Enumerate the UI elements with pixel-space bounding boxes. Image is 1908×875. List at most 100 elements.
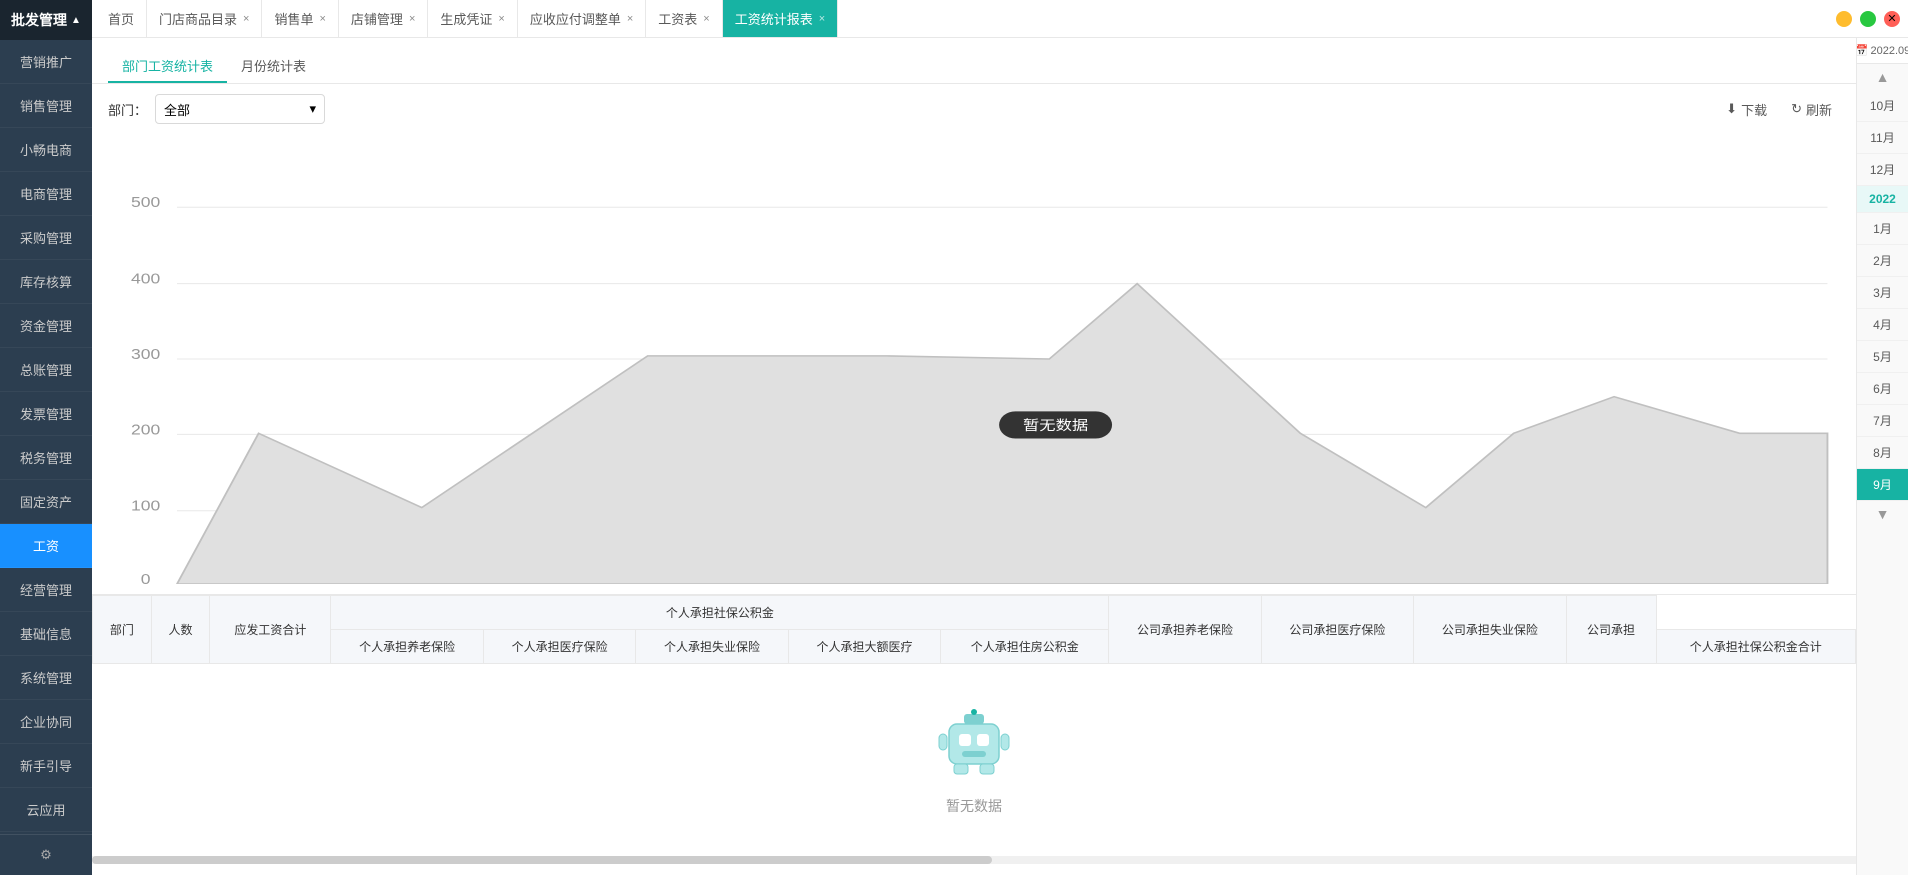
settings-icon: ⚙	[40, 847, 52, 862]
refresh-button[interactable]: ↻ 刷新	[1783, 96, 1840, 123]
tab-close-icon[interactable]: ×	[243, 13, 249, 25]
sidebar-item-系统管理[interactable]: 系统管理	[0, 656, 92, 700]
sidebar-item-基础信息[interactable]: 基础信息	[0, 612, 92, 656]
th-headcount: 人数	[151, 596, 210, 664]
table-header-row1: 部门 人数 应发工资合计 个人承担社保公积金 公司承担养老保险 公司承担医疗保险…	[93, 596, 1856, 630]
svg-text:0: 0	[141, 571, 151, 584]
th-personal-large-medical: 个人承担大额医疗	[788, 630, 940, 664]
date-month-6月[interactable]: 6月	[1857, 373, 1908, 405]
sidebar-item-电商管理[interactable]: 电商管理	[0, 172, 92, 216]
date-nav-down[interactable]: ▼	[1857, 501, 1908, 527]
dept-select[interactable]: 全部 ▾	[155, 94, 325, 124]
tab-close-icon[interactable]: ×	[703, 13, 709, 25]
sidebar-item-发票管理[interactable]: 发票管理	[0, 392, 92, 436]
sidebar-item-经营管理[interactable]: 经营管理	[0, 568, 92, 612]
th-company-other: 公司承担	[1566, 596, 1656, 664]
svg-text:400: 400	[131, 271, 160, 287]
tab-close-icon[interactable]: ×	[409, 13, 415, 25]
date-month-2月[interactable]: 2月	[1857, 245, 1908, 277]
chart-svg: 0 100 200 300 400 500	[108, 134, 1840, 584]
tab-首页[interactable]: 首页	[96, 0, 147, 38]
sidebar-item-工资[interactable]: 工资	[0, 524, 92, 568]
sub-tab-部门工资统计表[interactable]: 部门工资统计表	[108, 50, 227, 83]
date-month-1月[interactable]: 1月	[1857, 213, 1908, 245]
tab-工资统计报表[interactable]: 工资统计报表 ×	[723, 0, 838, 38]
sidebar-arrow-icon: ▲	[71, 15, 81, 26]
sidebar-item-销售管理[interactable]: 销售管理	[0, 84, 92, 128]
th-personal-medical: 个人承担医疗保险	[483, 630, 635, 664]
date-month-11月[interactable]: 11月	[1857, 122, 1908, 154]
minimize-button[interactable]	[1836, 11, 1852, 27]
tab-label: 工资表	[658, 9, 697, 28]
th-company-unemployment: 公司承担失业保险	[1414, 596, 1566, 664]
tab-label: 销售单	[274, 9, 313, 28]
sidebar-item-新手引导[interactable]: 新手引导	[0, 744, 92, 788]
main-area: 首页门店商品目录×销售单×店铺管理×生成凭证×应收应付调整单×工资表×工资统计报…	[92, 0, 1908, 875]
sidebar-item-采购管理[interactable]: 采购管理	[0, 216, 92, 260]
refresh-icon: ↻	[1791, 101, 1802, 117]
date-month-4月[interactable]: 4月	[1857, 309, 1908, 341]
sidebar-header[interactable]: 批发管理 ▲	[0, 0, 92, 40]
tab-close-icon[interactable]: ×	[819, 13, 825, 25]
download-button[interactable]: ⬇ 下载	[1718, 96, 1775, 123]
tab-bar: 首页门店商品目录×销售单×店铺管理×生成凭证×应收应付调整单×工资表×工资统计报…	[92, 0, 1908, 38]
tab-生成凭证[interactable]: 生成凭证×	[428, 0, 517, 38]
sidebar-item-营销推广[interactable]: 营销推广	[0, 40, 92, 84]
maximize-button[interactable]	[1860, 11, 1876, 27]
download-label: 下载	[1741, 100, 1767, 119]
sidebar-item-资金管理[interactable]: 资金管理	[0, 304, 92, 348]
date-nav-up[interactable]: ▲	[1857, 64, 1908, 90]
horizontal-scrollbar[interactable]	[92, 856, 1856, 864]
tab-销售单[interactable]: 销售单 ×	[262, 0, 338, 38]
tab-close-icon[interactable]: ×	[627, 13, 633, 25]
sidebar-item-云应用[interactable]: 云应用	[0, 788, 92, 832]
svg-text:500: 500	[131, 195, 160, 211]
empty-state: 暂无数据	[92, 664, 1856, 856]
tab-close-icon[interactable]: ×	[319, 13, 325, 25]
date-months-container: 10月11月12月20221月2月3月4月5月6月7月8月9月	[1857, 90, 1908, 501]
sidebar-item-总账管理[interactable]: 总账管理	[0, 348, 92, 392]
tab-店铺管理[interactable]: 店铺管理×	[339, 0, 428, 38]
th-personal-unemployment: 个人承担失业保险	[636, 630, 788, 664]
sidebar-item-固定资产[interactable]: 固定资产	[0, 480, 92, 524]
date-month-12月[interactable]: 12月	[1857, 154, 1908, 186]
date-month-8月[interactable]: 8月	[1857, 437, 1908, 469]
tab-工资表[interactable]: 工资表 ×	[646, 0, 722, 38]
tab-close-icon[interactable]: ×	[498, 13, 504, 25]
date-month-9月[interactable]: 9月	[1857, 469, 1908, 501]
empty-icon	[934, 704, 1014, 784]
date-panel-year-display: 📅 2022.09	[1857, 38, 1908, 64]
chart-area: 0 100 200 300 400 500	[92, 134, 1856, 594]
date-month-7月[interactable]: 7月	[1857, 405, 1908, 437]
th-company-medical: 公司承担医疗保险	[1261, 596, 1413, 664]
sidebar-title: 批发管理	[11, 10, 67, 30]
tab-应收应付调整单[interactable]: 应收应付调整单×	[518, 0, 646, 38]
date-month-10月[interactable]: 10月	[1857, 90, 1908, 122]
scroll-thumb	[92, 856, 992, 864]
sub-tab-月份统计表[interactable]: 月份统计表	[227, 50, 320, 83]
th-personal-pension: 个人承担养老保险	[331, 630, 483, 664]
page-content: 部门工资统计表月份统计表 部门： 全部 ▾ ⬇ 下载	[92, 38, 1856, 875]
sidebar-item-小畅电商[interactable]: 小畅电商	[0, 128, 92, 172]
close-button[interactable]: ✕	[1884, 11, 1900, 27]
tab-label: 门店商品目录	[159, 9, 237, 28]
tab-label: 工资统计报表	[735, 9, 813, 28]
sub-tab-bar: 部门工资统计表月份统计表	[92, 38, 1856, 84]
svg-text:300: 300	[131, 346, 160, 362]
sidebar-items: 营销推广销售管理小畅电商电商管理采购管理库存核算资金管理总账管理发票管理税务管理…	[0, 40, 92, 832]
sidebar-footer[interactable]: ⚙	[0, 834, 92, 875]
date-month-5月[interactable]: 5月	[1857, 341, 1908, 373]
window-controls: ✕	[1836, 11, 1908, 27]
th-personal-insurance-group: 个人承担社保公积金	[331, 596, 1109, 630]
date-month-3月[interactable]: 3月	[1857, 277, 1908, 309]
table-section[interactable]: 部门 人数 应发工资合计 个人承担社保公积金 公司承担养老保险 公司承担医疗保险…	[92, 594, 1856, 875]
sidebar-item-税务管理[interactable]: 税务管理	[0, 436, 92, 480]
date-year-marker: 2022	[1857, 186, 1908, 213]
sidebar-item-企业协同[interactable]: 企业协同	[0, 700, 92, 744]
th-dept: 部门	[93, 596, 152, 664]
tab-门店商品目录[interactable]: 门店商品目录 ×	[147, 0, 262, 38]
th-personal-housing-fund: 个人承担住房公积金	[941, 630, 1109, 664]
data-table: 部门 人数 应发工资合计 个人承担社保公积金 公司承担养老保险 公司承担医疗保险…	[92, 595, 1856, 664]
sidebar: 批发管理 ▲ 营销推广销售管理小畅电商电商管理采购管理库存核算资金管理总账管理发…	[0, 0, 92, 875]
sidebar-item-库存核算[interactable]: 库存核算	[0, 260, 92, 304]
